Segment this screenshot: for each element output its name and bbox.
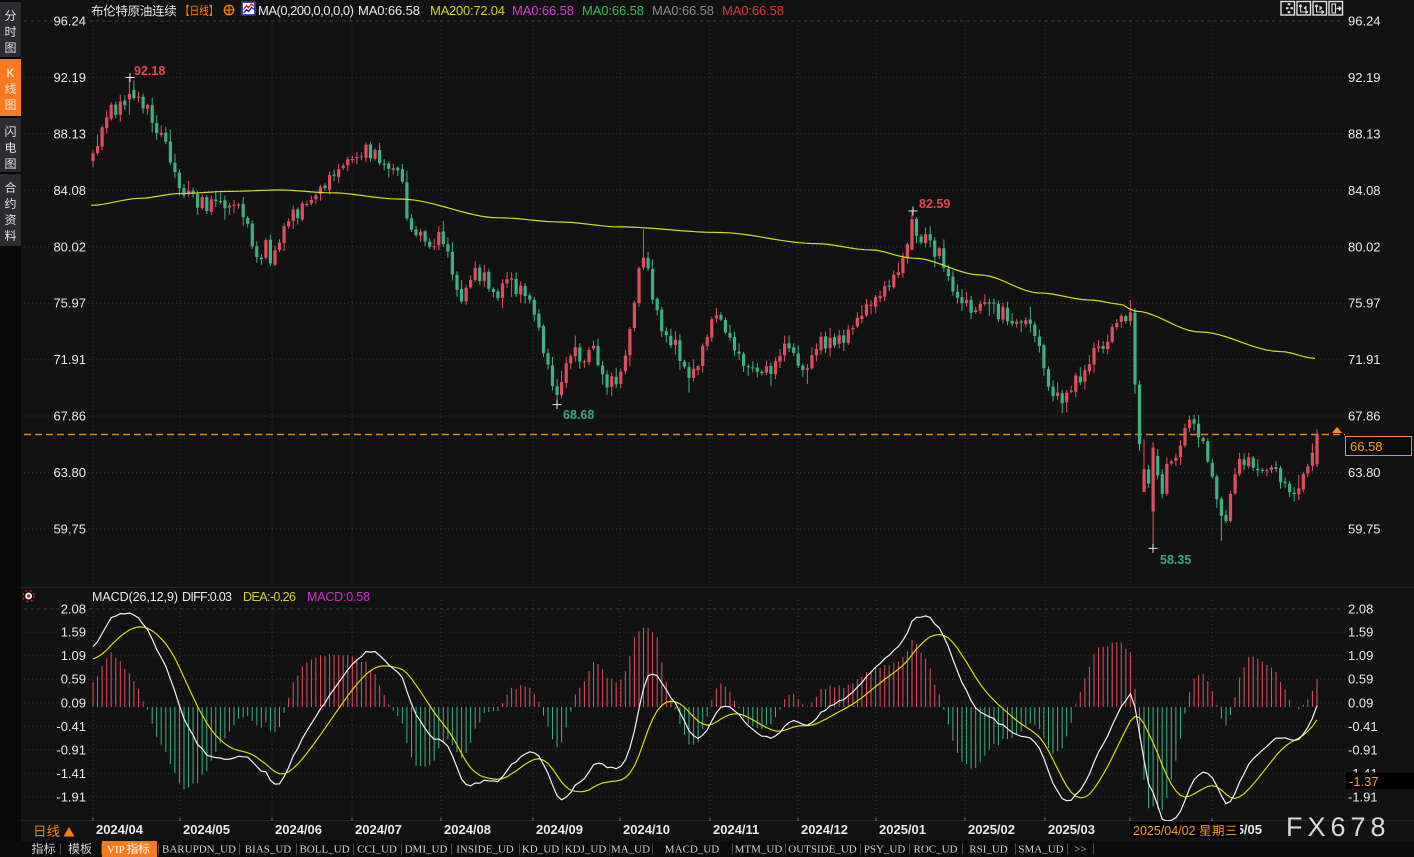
svg-text:MACD:0.58: MACD:0.58 xyxy=(307,590,370,604)
svg-text:96.24: 96.24 xyxy=(1348,14,1381,29)
svg-text:-0.41: -0.41 xyxy=(56,719,86,734)
svg-text:KD_UD: KD_UD xyxy=(522,844,559,856)
svg-text:2.08: 2.08 xyxy=(1348,602,1373,617)
svg-text:MA200:72.04: MA200:72.04 xyxy=(430,3,505,18)
svg-text:BOLL_UD: BOLL_UD xyxy=(299,844,349,856)
svg-text:-1.91: -1.91 xyxy=(56,790,86,805)
svg-text:DMI_UD: DMI_UD xyxy=(405,844,448,856)
svg-text:-1.37: -1.37 xyxy=(1349,774,1379,789)
svg-text:1.09: 1.09 xyxy=(61,648,86,663)
svg-text:MA0:66.58: MA0:66.58 xyxy=(358,3,420,18)
svg-text:FX678: FX678 xyxy=(1286,812,1391,842)
svg-text:88.13: 88.13 xyxy=(1348,126,1381,141)
svg-text:DEA:-0.26: DEA:-0.26 xyxy=(243,590,296,604)
svg-text:BIAS_UD: BIAS_UD xyxy=(245,844,292,856)
svg-text:92.18: 92.18 xyxy=(134,64,165,78)
svg-text:-0.41: -0.41 xyxy=(1348,719,1378,734)
svg-text:0.09: 0.09 xyxy=(1348,695,1373,710)
svg-text:75.97: 75.97 xyxy=(1348,296,1381,311)
svg-text:67.86: 67.86 xyxy=(1348,409,1381,424)
svg-text:MACD(26,12,9): MACD(26,12,9) xyxy=(92,590,178,604)
svg-text:59.75: 59.75 xyxy=(1348,521,1381,536)
svg-text:MA0:66.58: MA0:66.58 xyxy=(512,3,574,18)
svg-text:80.02: 80.02 xyxy=(53,239,86,254)
svg-text:63.80: 63.80 xyxy=(1348,465,1381,480)
svg-text:1.59: 1.59 xyxy=(1348,625,1373,640)
svg-text:>>: >> xyxy=(1074,844,1086,856)
svg-text:2024/05: 2024/05 xyxy=(183,822,230,837)
svg-text:-0.91: -0.91 xyxy=(56,742,86,757)
svg-text:58.35: 58.35 xyxy=(1160,553,1191,567)
svg-text:71.91: 71.91 xyxy=(1348,352,1381,367)
svg-text:OUTSIDE_UD: OUTSIDE_UD xyxy=(788,844,856,856)
svg-text:2025/01: 2025/01 xyxy=(879,822,926,837)
svg-text:0.09: 0.09 xyxy=(61,695,86,710)
svg-text:K: K xyxy=(6,66,14,80)
svg-text:INSIDE_UD: INSIDE_UD xyxy=(456,844,513,856)
svg-text:88.13: 88.13 xyxy=(53,126,86,141)
svg-text:-1.41: -1.41 xyxy=(56,766,86,781)
svg-text:RSI_UD: RSI_UD xyxy=(969,844,1008,856)
svg-text:84.08: 84.08 xyxy=(53,183,86,198)
svg-text:92.19: 92.19 xyxy=(53,70,86,85)
svg-text:63.80: 63.80 xyxy=(53,465,86,480)
svg-text:66.58: 66.58 xyxy=(1350,439,1383,454)
svg-text:2025/03: 2025/03 xyxy=(1048,822,1095,837)
svg-text:0.59: 0.59 xyxy=(1348,672,1373,687)
svg-text:92.19: 92.19 xyxy=(1348,70,1381,85)
svg-text:MA0:66.58: MA0:66.58 xyxy=(652,3,714,18)
svg-text:2024/06: 2024/06 xyxy=(275,822,322,837)
svg-text:75.97: 75.97 xyxy=(53,296,86,311)
svg-text:MTM_UD: MTM_UD xyxy=(735,844,783,856)
svg-text:80.02: 80.02 xyxy=(1348,239,1381,254)
svg-text:MACD_UD: MACD_UD xyxy=(665,844,719,856)
svg-text:71.91: 71.91 xyxy=(53,352,86,367)
svg-text:2024/04: 2024/04 xyxy=(96,822,144,837)
svg-text:2025/02: 2025/02 xyxy=(968,822,1015,837)
svg-text:MA0:66.58: MA0:66.58 xyxy=(582,3,644,18)
svg-text:2025/04/02: 2025/04/02 xyxy=(1133,824,1196,838)
svg-text:2024/09: 2024/09 xyxy=(536,822,583,837)
svg-text:MA(0,200,0,0,0,0): MA(0,200,0,0,0,0) xyxy=(258,3,354,18)
svg-text:2024/12: 2024/12 xyxy=(801,822,848,837)
svg-text:1.09: 1.09 xyxy=(1348,648,1373,663)
svg-text:ROC_UD: ROC_UD xyxy=(913,844,957,856)
svg-text:VIP: VIP xyxy=(107,844,125,856)
svg-text:-1.91: -1.91 xyxy=(1348,790,1378,805)
svg-text:PSY_UD: PSY_UD xyxy=(864,844,906,856)
svg-text:2024/11: 2024/11 xyxy=(713,822,759,837)
svg-text:DIFF:0.03: DIFF:0.03 xyxy=(182,590,232,604)
svg-text:-0.91: -0.91 xyxy=(1348,742,1378,757)
svg-text:59.75: 59.75 xyxy=(53,521,86,536)
svg-text:2.08: 2.08 xyxy=(61,602,86,617)
svg-text:82.59: 82.59 xyxy=(919,197,950,211)
svg-text:SMA_UD: SMA_UD xyxy=(1018,844,1063,856)
svg-text:CCI_UD: CCI_UD xyxy=(357,844,397,856)
svg-text:2024/10: 2024/10 xyxy=(623,822,670,837)
svg-text:67.86: 67.86 xyxy=(53,409,86,424)
svg-text:MA_UD: MA_UD xyxy=(611,844,650,856)
svg-text:2024/07: 2024/07 xyxy=(355,822,402,837)
svg-text:2024/08: 2024/08 xyxy=(444,822,491,837)
svg-text:68.68: 68.68 xyxy=(563,408,594,422)
svg-text:KDJ_UD: KDJ_UD xyxy=(565,844,607,856)
svg-text:0.59: 0.59 xyxy=(61,672,86,687)
svg-text:1.59: 1.59 xyxy=(61,625,86,640)
svg-text:84.08: 84.08 xyxy=(1348,183,1381,198)
svg-text:MA0:66.58: MA0:66.58 xyxy=(722,3,784,18)
svg-text:96.24: 96.24 xyxy=(53,14,86,29)
svg-text:BARUPDN_UD: BARUPDN_UD xyxy=(162,844,236,856)
